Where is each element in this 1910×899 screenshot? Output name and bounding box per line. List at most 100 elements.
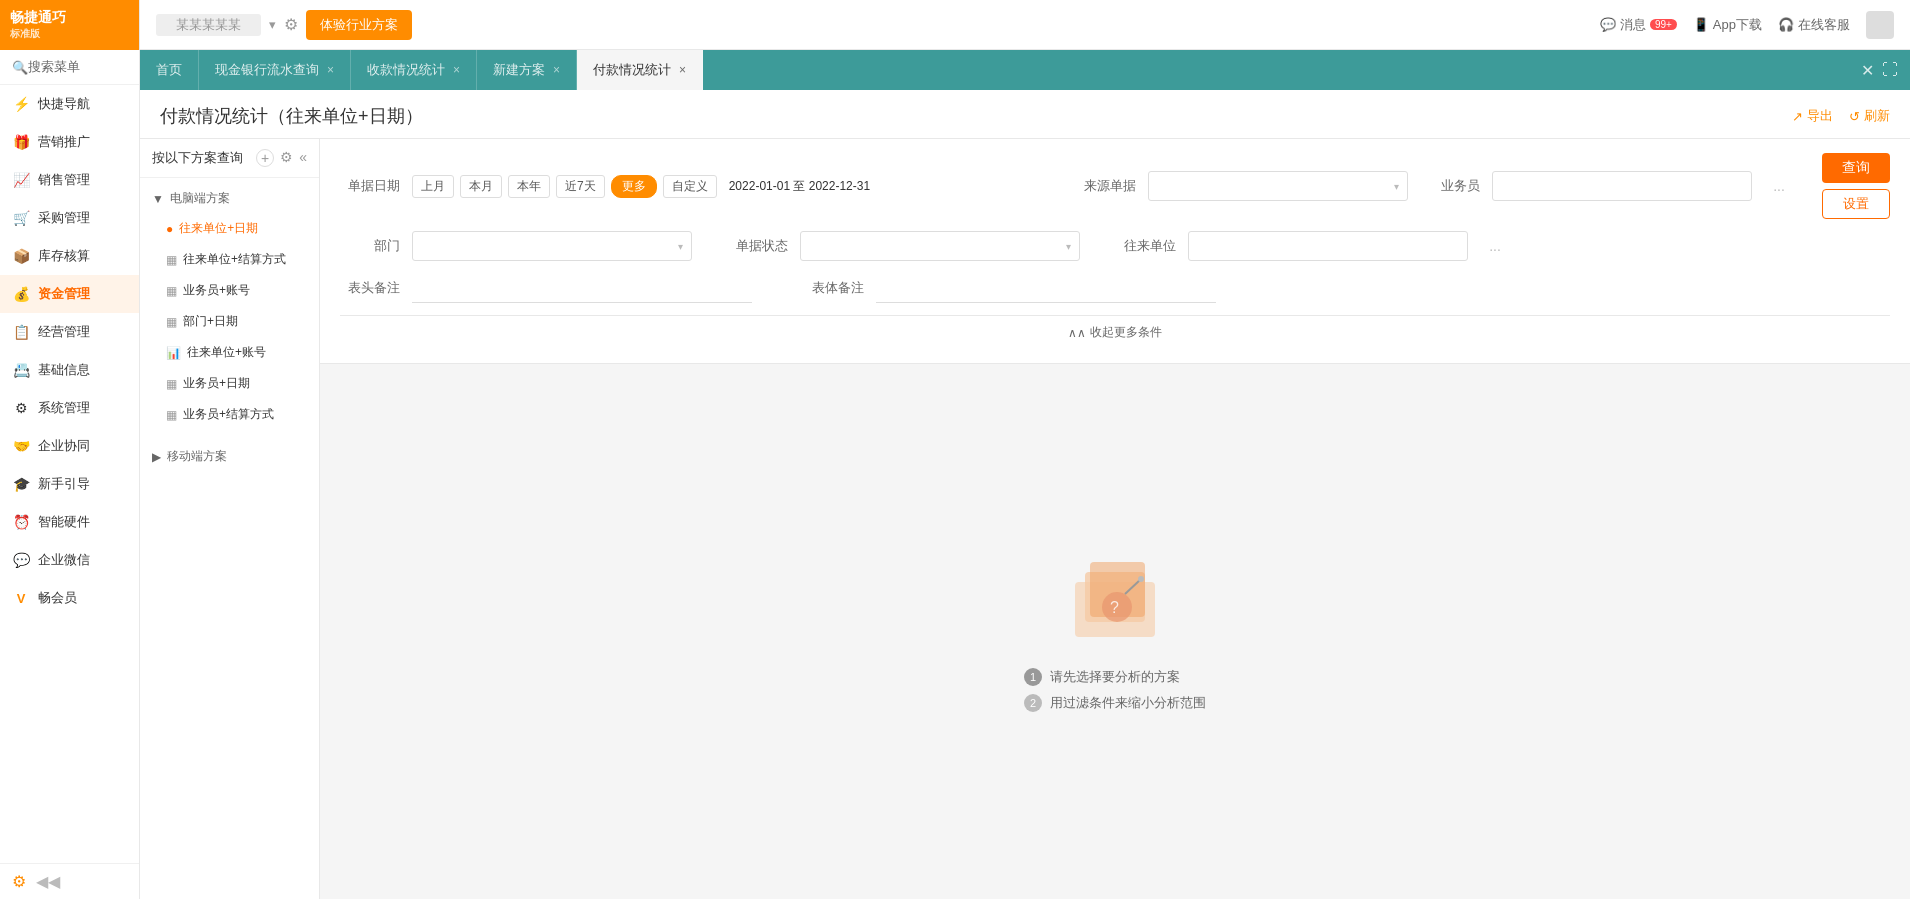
partner-label: 往来单位	[1116, 237, 1176, 255]
salesman-dots[interactable]: ...	[1764, 178, 1794, 194]
sidebar-item-sales[interactable]: 📈 销售管理	[0, 161, 139, 199]
tab-home[interactable]: 首页	[140, 50, 199, 90]
filter-results-area: 单据日期 上月 本月 本年 近7天 更多 自定义 2022-01-01 至 20…	[320, 139, 1910, 899]
doc-status-select[interactable]: ▾	[800, 231, 1080, 261]
collapse-label: 收起更多条件	[1090, 324, 1162, 341]
sidebar-settings-icon[interactable]: ⚙	[12, 872, 26, 891]
scheme-add-icon[interactable]: +	[256, 149, 274, 167]
empty-state: ? 1 请先选择要分析的方案 2 用过滤条件来缩小分析范围	[320, 364, 1910, 899]
filter-row-3: 表头备注 表体备注	[340, 273, 1890, 303]
settings-btn[interactable]: 设置	[1822, 189, 1890, 219]
scheme-item-2[interactable]: ▦ 业务员+账号	[140, 275, 319, 306]
desktop-group-arrow: ▼	[152, 192, 164, 206]
trial-btn[interactable]: 体验行业方案	[306, 10, 412, 40]
scheme-item-1[interactable]: ▦ 往来单位+结算方式	[140, 244, 319, 275]
topbar-actions: 💬 消息 99+ 📱 App下载 🎧 在线客服	[1600, 11, 1894, 39]
sidebar-system-label: 系统管理	[38, 399, 90, 417]
sidebar-item-capital[interactable]: 💰 资金管理	[0, 275, 139, 313]
partner-dots[interactable]: ...	[1480, 238, 1510, 254]
sidebar-item-operations[interactable]: 📋 经营管理	[0, 313, 139, 351]
mobile-group-title[interactable]: ▶ 移动端方案	[140, 442, 319, 471]
scheme-item-6[interactable]: ▦ 业务员+结算方式	[140, 399, 319, 430]
sidebar-item-inventory[interactable]: 📦 库存核算	[0, 237, 139, 275]
tip2-text: 用过滤条件来缩小分析范围	[1050, 694, 1206, 712]
scheme-item-0-label: 往来单位+日期	[179, 220, 258, 237]
sidebar-item-quicknav[interactable]: ⚡ 快捷导航	[0, 85, 139, 123]
sidebar-item-basic[interactable]: 📇 基础信息	[0, 351, 139, 389]
online-service-btn[interactable]: 🎧 在线客服	[1778, 16, 1850, 34]
mobile-group-arrow: ▶	[152, 450, 161, 464]
query-btn[interactable]: 查询	[1822, 153, 1890, 183]
scheme-item-0[interactable]: ● 往来单位+日期	[140, 213, 319, 244]
tab-cash-bank[interactable]: 现金银行流水查询 ×	[199, 50, 351, 90]
desktop-scheme-group: ▼ 电脑端方案 ● 往来单位+日期 ▦ 往来单位+结算方式 ▦ 业务员+账号 ▦	[140, 178, 319, 436]
scheme-icon-4: 📊	[166, 346, 181, 360]
sidebar-inventory-label: 库存核算	[38, 247, 90, 265]
scheme-icon-5: ▦	[166, 377, 177, 391]
topbar-settings-icon[interactable]: ⚙	[284, 15, 298, 34]
partner-select[interactable]	[1188, 231, 1468, 261]
sidebar-collapse-icon[interactable]: ◀◀	[36, 872, 60, 891]
scheme-header-title: 按以下方案查询	[152, 149, 248, 167]
sidebar-bottom: ⚙ ◀◀	[0, 863, 139, 899]
headset-icon: 🎧	[1778, 17, 1794, 32]
scheme-item-3[interactable]: ▦ 部门+日期	[140, 306, 319, 337]
tab-new-scheme-close[interactable]: ×	[553, 63, 560, 77]
tab-new-scheme[interactable]: 新建方案 ×	[477, 50, 577, 90]
sidebar-item-guide[interactable]: 🎓 新手引导	[0, 465, 139, 503]
refresh-btn[interactable]: ↺ 刷新	[1849, 107, 1890, 125]
sidebar-item-search[interactable]: 🔍 搜索菜单	[0, 50, 139, 85]
note-header-input[interactable]	[412, 273, 752, 303]
sidebar-item-enterprise[interactable]: 🤝 企业协同	[0, 427, 139, 465]
sidebar-item-wechat[interactable]: 💬 企业微信	[0, 541, 139, 579]
app-download-btn[interactable]: 📱 App下载	[1693, 16, 1762, 34]
svg-text:?: ?	[1110, 599, 1119, 616]
sidebar-item-hardware[interactable]: ⏰ 智能硬件	[0, 503, 139, 541]
dept-select[interactable]: ▾	[412, 231, 692, 261]
date-btn-custom[interactable]: 自定义	[663, 175, 717, 198]
tab-expand-icon[interactable]: ⛶	[1882, 61, 1898, 79]
collapse-btn[interactable]: ∧∧ 收起更多条件	[340, 315, 1890, 349]
scheme-item-5[interactable]: ▦ 业务员+日期	[140, 368, 319, 399]
mobile-scheme-group: ▶ 移动端方案	[140, 436, 319, 477]
scheme-item-1-label: 往来单位+结算方式	[183, 251, 286, 268]
sidebar-item-purchase[interactable]: 🛒 采购管理	[0, 199, 139, 237]
scheme-item-5-label: 业务员+日期	[183, 375, 250, 392]
tab-receipts-close[interactable]: ×	[453, 63, 460, 77]
user-avatar[interactable]	[1866, 11, 1894, 39]
sidebar-item-member[interactable]: V 畅会员	[0, 579, 139, 617]
sidebar-item-system[interactable]: ⚙ 系统管理	[0, 389, 139, 427]
app-subtitle: 标准版	[10, 27, 66, 41]
filter-form: 单据日期 上月 本月 本年 近7天 更多 自定义 2022-01-01 至 20…	[320, 139, 1910, 364]
online-service-label: 在线客服	[1798, 16, 1850, 34]
note-body-label: 表体备注	[804, 279, 864, 297]
sidebar-purchase-label: 采购管理	[38, 209, 90, 227]
sidebar-item-marketing[interactable]: 🎁 营销推广	[0, 123, 139, 161]
page-actions: ↗ 导出 ↺ 刷新	[1792, 107, 1890, 125]
desktop-group-title[interactable]: ▼ 电脑端方案	[140, 184, 319, 213]
scheme-item-4[interactable]: 📊 往来单位+账号	[140, 337, 319, 368]
date-btn-this-month[interactable]: 本月	[460, 175, 502, 198]
tab-close-all-icon[interactable]: ✕	[1861, 61, 1874, 80]
tab-receipts[interactable]: 收款情况统计 ×	[351, 50, 477, 90]
message-btn[interactable]: 💬 消息 99+	[1600, 16, 1677, 34]
date-btn-more[interactable]: 更多	[611, 175, 657, 198]
date-btn-last-month[interactable]: 上月	[412, 175, 454, 198]
company-dropdown-icon[interactable]: ▾	[269, 17, 276, 32]
salesman-select[interactable]	[1492, 171, 1752, 201]
scheme-settings-icon[interactable]: ⚙	[280, 149, 293, 167]
sidebar-enterprise-label: 企业协同	[38, 437, 90, 455]
export-btn[interactable]: ↗ 导出	[1792, 107, 1833, 125]
empty-tip-1: 1 请先选择要分析的方案	[1024, 668, 1206, 686]
source-select[interactable]: ▾	[1148, 171, 1408, 201]
date-btn-this-year[interactable]: 本年	[508, 175, 550, 198]
tab-payments[interactable]: 付款情况统计 ×	[577, 50, 703, 90]
scheme-collapse-icon[interactable]: «	[299, 149, 307, 167]
date-range-display: 2022-01-01 至 2022-12-31	[729, 178, 870, 195]
company-selector[interactable]: 某某某某某 ▾ ⚙ 体验行业方案	[156, 10, 1588, 40]
tab-cash-bank-close[interactable]: ×	[327, 63, 334, 77]
tab-payments-label: 付款情况统计	[593, 61, 671, 79]
note-body-input[interactable]	[876, 273, 1216, 303]
date-btn-7days[interactable]: 近7天	[556, 175, 605, 198]
tab-payments-close[interactable]: ×	[679, 63, 686, 77]
